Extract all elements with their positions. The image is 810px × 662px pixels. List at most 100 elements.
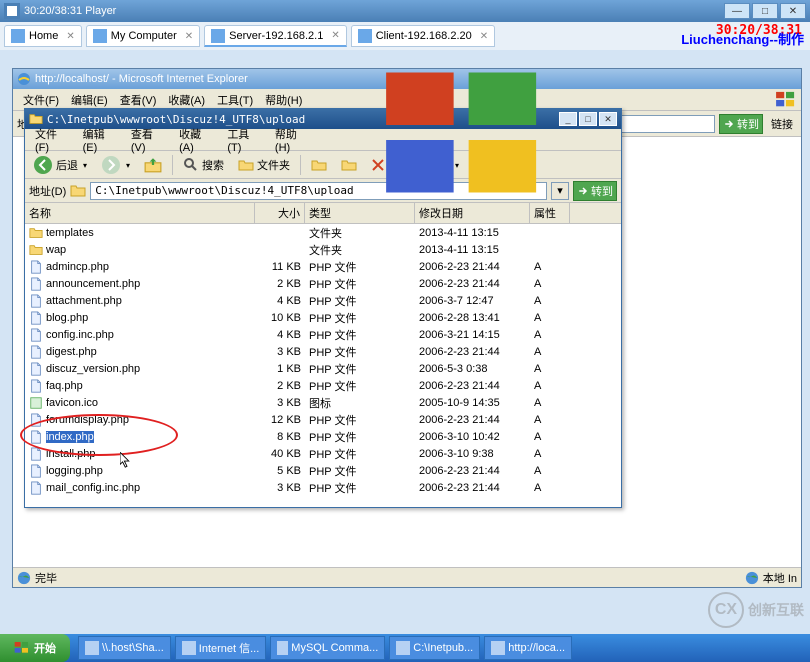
file-type: PHP 文件 [305, 293, 415, 309]
file-row[interactable]: faq.php2 KBPHP 文件2006-2-23 21:44A [25, 377, 621, 394]
file-row[interactable]: config.inc.php4 KBPHP 文件2006-3-21 14:15A [25, 326, 621, 343]
taskbar-item[interactable]: C:\Inetpub... [389, 636, 480, 660]
explorer-menu-item[interactable]: 文件(F) [29, 124, 77, 156]
file-size: 40 KB [255, 448, 305, 460]
file-attr: A [530, 448, 570, 460]
file-row[interactable]: digest.php3 KBPHP 文件2006-2-23 21:44A [25, 343, 621, 360]
file-row[interactable]: announcement.php2 KBPHP 文件2006-2-23 21:4… [25, 275, 621, 292]
file-row[interactable]: templates文件夹2013-4-11 13:15 [25, 224, 621, 241]
file-row[interactable]: favicon.ico3 KB图标2005-10-9 14:35A [25, 394, 621, 411]
file-type: PHP 文件 [305, 480, 415, 496]
file-size: 5 KB [255, 465, 305, 477]
up-button[interactable] [140, 154, 166, 176]
file-attr: A [530, 295, 570, 307]
file-size: 3 KB [255, 346, 305, 358]
file-type: PHP 文件 [305, 463, 415, 479]
watermark-text: 创新互联 [748, 600, 804, 620]
ie-menu-item[interactable]: 帮助(H) [259, 90, 308, 110]
vm-tab[interactable]: My Computer✕ [86, 25, 200, 47]
tab-close-icon[interactable]: ✕ [66, 31, 74, 42]
folder-icon [29, 226, 43, 240]
vm-minimize-button[interactable]: — [724, 3, 750, 19]
back-dropdown[interactable] [81, 159, 87, 171]
tab-close-icon[interactable]: ✕ [185, 31, 193, 42]
file-type: PHP 文件 [305, 412, 415, 428]
ie-go-button[interactable]: 转到 [719, 114, 763, 134]
php-icon [29, 447, 43, 461]
php-icon [29, 260, 43, 274]
vm-maximize-button[interactable]: □ [752, 3, 778, 19]
ie-menu-item[interactable]: 工具(T) [211, 90, 259, 110]
file-name: blog.php [46, 312, 88, 324]
tab-close-icon[interactable]: ✕ [480, 31, 488, 42]
col-header-date[interactable]: 修改日期 [415, 203, 530, 223]
tab-close-icon[interactable]: ✕ [331, 30, 339, 41]
ie-menu-item[interactable]: 编辑(E) [65, 90, 114, 110]
file-date: 2006-3-10 10:42 [415, 431, 530, 443]
start-button[interactable]: 开始 [0, 634, 70, 662]
file-row[interactable]: admincp.php11 KBPHP 文件2006-2-23 21:44A [25, 258, 621, 275]
status-done-icon [17, 571, 31, 585]
file-row[interactable]: install.php40 KBPHP 文件2006-3-10 9:38A [25, 445, 621, 462]
file-row[interactable]: forumdisplay.php12 KBPHP 文件2006-2-23 21:… [25, 411, 621, 428]
file-date: 2006-2-23 21:44 [415, 261, 530, 273]
file-row[interactable]: index.php8 KBPHP 文件2006-3-10 10:42A [25, 428, 621, 445]
ie-icon [17, 72, 31, 86]
file-row[interactable]: logging.php5 KBPHP 文件2006-2-23 21:44A [25, 462, 621, 479]
vm-title: 30:20/38:31 Player [24, 5, 724, 17]
taskbar-item[interactable]: \\.host\Sha... [78, 636, 171, 660]
col-header-attr[interactable]: 属性 [530, 203, 570, 223]
explorer-menu-item[interactable]: 工具(T) [221, 124, 269, 156]
ie-menu-item[interactable]: 收藏(A) [162, 90, 211, 110]
file-type: PHP 文件 [305, 259, 415, 275]
folders-button[interactable]: 文件夹 [234, 155, 294, 175]
taskbar: 开始 \\.host\Sha...Internet 信...MySQL Comm… [0, 634, 810, 662]
file-row[interactable]: blog.php10 KBPHP 文件2006-2-28 13:41A [25, 309, 621, 326]
taskbar-item[interactable]: Internet 信... [175, 636, 267, 660]
folder-icon [29, 243, 43, 257]
explorer-menu-item[interactable]: 编辑(E) [77, 124, 125, 156]
ie-menu-item[interactable]: 文件(F) [17, 90, 65, 110]
file-type: 文件夹 [305, 225, 415, 241]
vm-tab[interactable]: Client-192.168.2.20✕ [351, 25, 495, 47]
file-row[interactable]: discuz_version.php1 KBPHP 文件2006-5-3 0:3… [25, 360, 621, 377]
file-row[interactable]: wap文件夹2013-4-11 13:15 [25, 241, 621, 258]
back-button[interactable]: 后退 [29, 153, 91, 177]
windows-flag-icon [775, 91, 797, 109]
file-name: install.php [46, 448, 96, 460]
file-date: 2006-5-3 0:38 [415, 363, 530, 375]
ie-menu-item[interactable]: 查看(V) [114, 90, 163, 110]
vm-close-button[interactable]: ✕ [780, 3, 806, 19]
folder-icon [70, 183, 86, 199]
col-header-size[interactable]: 大小 [255, 203, 305, 223]
file-list[interactable]: templates文件夹2013-4-11 13:15wap文件夹2013-4-… [25, 224, 621, 507]
explorer-menu-item[interactable]: 查看(V) [125, 124, 173, 156]
col-header-type[interactable]: 类型 [305, 203, 415, 223]
explorer-menu-item[interactable]: 收藏(A) [173, 124, 221, 156]
file-row[interactable]: attachment.php4 KBPHP 文件2006-3-7 12:47A [25, 292, 621, 309]
file-size: 3 KB [255, 482, 305, 494]
taskbar-item[interactable]: http://loca... [484, 636, 572, 660]
col-header-name[interactable]: 名称 [25, 203, 255, 223]
file-attr: A [530, 312, 570, 324]
explorer-addr-label: 地址(D) [29, 183, 66, 199]
ie-links-label[interactable]: 链接 [767, 116, 797, 132]
watermark-logo: CX [708, 592, 744, 628]
file-attr: A [530, 431, 570, 443]
file-type: PHP 文件 [305, 361, 415, 377]
taskbar-item[interactable]: MySQL Comma... [270, 636, 385, 660]
file-date: 2006-3-7 12:47 [415, 295, 530, 307]
explorer-menu-item[interactable]: 帮助(H) [269, 124, 318, 156]
vm-tab[interactable]: Server-192.168.2.1✕ [204, 25, 347, 47]
file-date: 2013-4-11 13:15 [415, 227, 530, 239]
file-attr: A [530, 414, 570, 426]
php-icon [29, 277, 43, 291]
file-name: forumdisplay.php [46, 414, 129, 426]
file-size: 3 KB [255, 397, 305, 409]
file-row[interactable]: mail_config.inc.php3 KBPHP 文件2006-2-23 2… [25, 479, 621, 496]
vm-tab[interactable]: Home✕ [4, 25, 82, 47]
search-button[interactable]: 搜索 [179, 155, 228, 175]
file-type: PHP 文件 [305, 446, 415, 462]
php-icon [29, 413, 43, 427]
forward-button[interactable] [97, 153, 134, 177]
